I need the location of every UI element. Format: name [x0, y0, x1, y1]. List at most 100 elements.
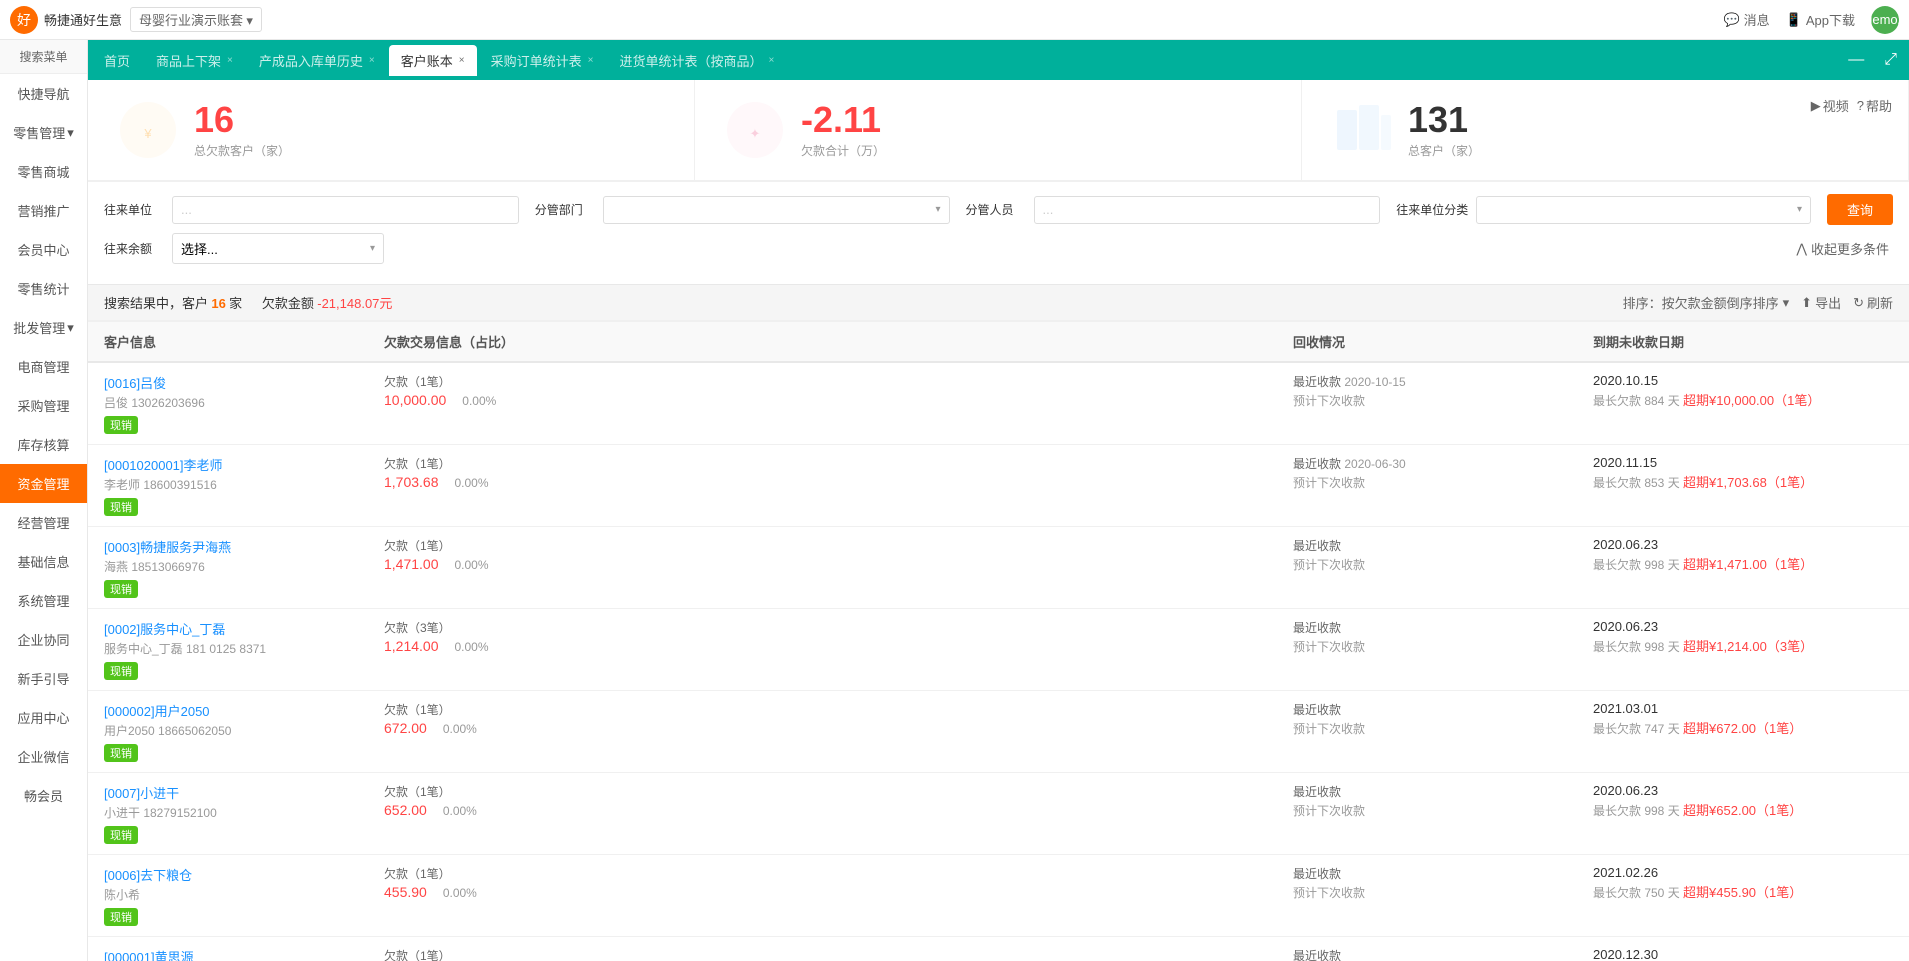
customer-tag-0: 现销 — [104, 416, 138, 434]
stat-card-total-customers: 131 总客户（家） ▶ 视频 ? 帮助 — [1302, 80, 1909, 180]
sidebar-item-vip[interactable]: 畅会员 — [0, 776, 87, 815]
customer-meta-3: 服务中心_丁磊 181 0125 8371 — [104, 640, 384, 657]
customer-name-5[interactable]: [0007]小进干 — [104, 783, 384, 802]
app-name: 畅捷通好生意 — [44, 10, 122, 29]
tab-customer-account[interactable]: 客户账本 × — [389, 45, 477, 76]
filter-dept-select[interactable]: ▾ — [603, 196, 950, 224]
sidebar-item-operations[interactable]: 经营管理 — [0, 503, 87, 542]
sidebar-item-newbie[interactable]: 新手引导 — [0, 659, 87, 698]
customer-info-5: [0007]小进干 小进干 18279152100 现销 — [104, 783, 384, 844]
customer-tag-4: 现销 — [104, 744, 138, 762]
sidebar-item-purchase[interactable]: 采购管理 — [0, 386, 87, 425]
sidebar-item-inventory[interactable]: 库存核算 — [0, 425, 87, 464]
table-row: [000002]用户2050 用户2050 18665062050 现销 欠款（… — [88, 691, 1909, 773]
filter-manager-input[interactable]: ... — [1034, 196, 1381, 224]
sidebar-item-retail-mgmt[interactable]: 零售管理▾ — [0, 113, 87, 152]
overdue-link-2[interactable]: 超期¥1,471.00（1笔） — [1683, 557, 1813, 572]
customer-name-2[interactable]: [0003]畅捷服务尹海燕 — [104, 537, 384, 556]
filter-item-manager: 分管人员 ... — [966, 196, 1381, 224]
debt-info-3: 欠款（3笔） 1,214.00 0.00% — [384, 619, 1293, 656]
user-avatar[interactable]: demo2 — [1871, 6, 1899, 34]
sidebar-item-shortcut[interactable]: 快捷导航 — [0, 74, 87, 113]
tab-close-products-online[interactable]: × — [227, 55, 233, 66]
filter-category-select[interactable]: ▾ — [1476, 196, 1811, 224]
stat-card-debt-total: ✦ -2.11 欠款合计（万） — [695, 80, 1302, 180]
results-actions: 排序：按欠款金额倒序排序 ▾ ⬆ 导出 ↻ 刷新 — [1623, 293, 1893, 312]
search-button[interactable]: 查询 — [1827, 194, 1893, 225]
video-button[interactable]: ▶ 视频 — [1811, 96, 1849, 115]
tab-purchase-product[interactable]: 进货单统计表（按商品） × — [607, 45, 786, 76]
customer-name-3[interactable]: [0002]服务中心_丁磊 — [104, 619, 384, 638]
sidebar-item-wechat-work[interactable]: 企业微信 — [0, 737, 87, 776]
tab-home[interactable]: 首页 — [92, 45, 142, 76]
recovery-info-4: 最近收款 预计下次收款 — [1293, 701, 1593, 737]
export-button[interactable]: ⬆ 导出 — [1801, 293, 1841, 312]
customer-tag-5: 现销 — [104, 826, 138, 844]
customer-name-0[interactable]: [0016]吕俊 — [104, 373, 384, 392]
debtors-icon: ¥ — [118, 100, 178, 160]
customer-info-3: [0002]服务中心_丁磊 服务中心_丁磊 181 0125 8371 现销 — [104, 619, 384, 680]
customer-tag-2: 现销 — [104, 580, 138, 598]
recovery-info-1: 最近收款 2020-06-30 预计下次收款 — [1293, 455, 1593, 491]
customers-icon — [1332, 100, 1392, 160]
overdue-link-0[interactable]: 超期¥10,000.00（1笔） — [1683, 393, 1820, 408]
sidebar-item-member[interactable]: 会员中心 — [0, 230, 87, 269]
overdue-link-3[interactable]: 超期¥1,214.00（3笔） — [1683, 639, 1813, 654]
sidebar-item-base-info[interactable]: 基础信息 — [0, 542, 87, 581]
table-row: [0003]畅捷服务尹海燕 海燕 18513066976 现销 欠款（1笔） 1… — [88, 527, 1909, 609]
tab-purchase-summary[interactable]: 采购订单统计表 × — [479, 45, 606, 76]
filter-item-balance: 往来余额 选择... ▾ — [104, 233, 384, 264]
refresh-button[interactable]: ↻ 刷新 — [1853, 293, 1893, 312]
total-customers-count: 131 — [1408, 102, 1480, 138]
sidebar-search[interactable]: 搜索菜单 — [0, 40, 87, 74]
debt-info-0: 欠款（1笔） 10,000.00 0.00% — [384, 373, 1293, 410]
sidebar-item-batch-mgmt[interactable]: 批发管理▾ — [0, 308, 87, 347]
overdue-link-1[interactable]: 超期¥1,703.68（1笔） — [1683, 475, 1813, 490]
sidebar-item-app-center[interactable]: 应用中心 — [0, 698, 87, 737]
due-info-7: 2020.12.30 最长欠款 808 天 超期¥429.00（1笔） — [1593, 947, 1893, 961]
sidebar-item-enterprise[interactable]: 企业协同 — [0, 620, 87, 659]
filter-manager-label: 分管人员 — [966, 201, 1026, 218]
sidebar-item-retail-shop[interactable]: 零售商城 — [0, 152, 87, 191]
customer-info-2: [0003]畅捷服务尹海燕 海燕 18513066976 现销 — [104, 537, 384, 598]
top-bar-right: 💬 消息 📱 App下载 demo2 — [1723, 6, 1899, 34]
message-button[interactable]: 💬 消息 — [1723, 10, 1769, 29]
tab-close-customer-account[interactable]: × — [459, 55, 465, 66]
customer-name-4[interactable]: [000002]用户2050 — [104, 701, 384, 720]
filter-unit-input[interactable]: ... — [172, 196, 519, 224]
customer-name-6[interactable]: [0006]去下粮仓 — [104, 865, 384, 884]
sidebar-item-system[interactable]: 系统管理 — [0, 581, 87, 620]
sort-selector[interactable]: 排序：按欠款金额倒序排序 ▾ — [1623, 293, 1790, 312]
collapse-filter-button[interactable]: ⋀ 收起更多条件 — [1792, 235, 1893, 262]
sidebar-item-marketing[interactable]: 营销推广 — [0, 191, 87, 230]
tab-close-purchase-summary[interactable]: × — [588, 55, 594, 66]
sidebar-item-retail-stat[interactable]: 零售统计 — [0, 269, 87, 308]
industry-selector[interactable]: 母婴行业演示账套 ▾ — [130, 7, 262, 32]
overdue-link-6[interactable]: 超期¥455.90（1笔） — [1683, 885, 1802, 900]
tab-close-products-history[interactable]: × — [369, 55, 375, 66]
customer-name-1[interactable]: [0001020001]李老师 — [104, 455, 384, 474]
debt-info-1: 欠款（1笔） 1,703.68 0.00% — [384, 455, 1293, 492]
help-button[interactable]: ? 帮助 — [1857, 96, 1892, 115]
sidebar-item-ecommerce[interactable]: 电商管理 — [0, 347, 87, 386]
due-info-3: 2020.06.23 最长欠款 998 天 超期¥1,214.00（3笔） — [1593, 619, 1893, 655]
customer-tag-3: 现销 — [104, 662, 138, 680]
debtors-label: 总欠款客户（家） — [194, 142, 290, 159]
stat-card-debtors: ¥ 16 总欠款客户（家） — [88, 80, 695, 180]
tab-minimize-button[interactable]: — — [1840, 47, 1872, 73]
customer-name-7[interactable]: [000001]黄思源 — [104, 947, 384, 961]
tab-maximize-button[interactable]: ⤢ — [1876, 47, 1905, 73]
overdue-link-5[interactable]: 超期¥652.00（1笔） — [1683, 803, 1802, 818]
tab-products-history[interactable]: 产成品入库单历史 × — [247, 45, 387, 76]
recovery-info-3: 最近收款 预计下次收款 — [1293, 619, 1593, 655]
customer-info-7: [000001]黄思源 黄思源 13552700226 现销 — [104, 947, 384, 961]
data-table: 客户信息 欠款交易信息（占比） 回收情况 到期未收款日期 [0016]吕俊 吕俊… — [88, 322, 1909, 961]
filter-balance-select[interactable]: 选择... ▾ — [172, 233, 384, 264]
customer-meta-4: 用户2050 18665062050 — [104, 722, 384, 739]
due-info-2: 2020.06.23 最长欠款 998 天 超期¥1,471.00（1笔） — [1593, 537, 1893, 573]
overdue-link-4[interactable]: 超期¥672.00（1笔） — [1683, 721, 1802, 736]
tab-close-purchase-product[interactable]: × — [768, 55, 774, 66]
tab-products-online[interactable]: 商品上下架 × — [144, 45, 245, 76]
app-download-button[interactable]: 📱 App下载 — [1786, 10, 1855, 29]
sidebar-item-finance[interactable]: 资金管理 — [0, 464, 87, 503]
